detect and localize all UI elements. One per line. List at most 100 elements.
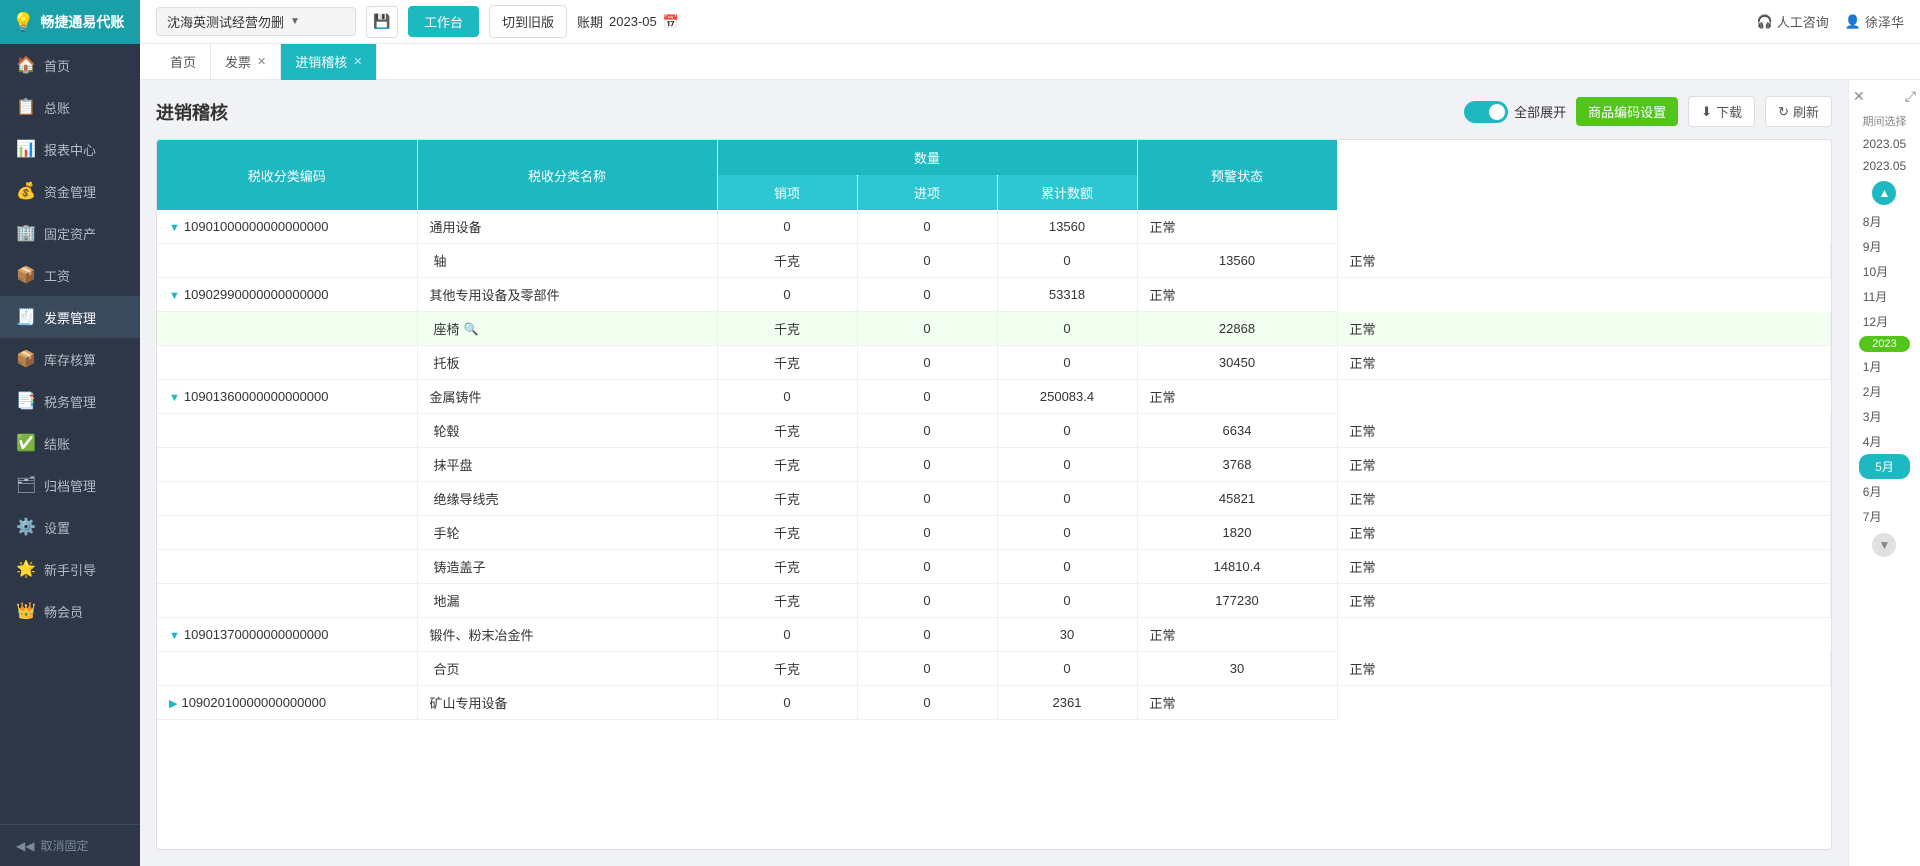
product-code-button[interactable]: 商品编码设置	[1576, 97, 1678, 126]
expand-icon[interactable]: ▼	[169, 392, 180, 404]
period-month-4月[interactable]: 4月	[1855, 429, 1914, 454]
cell-child-name: 座椅 🔍	[417, 312, 717, 346]
expand-icon[interactable]: ▼	[169, 222, 180, 234]
cell-purchase: 0	[857, 278, 997, 312]
cell-name: 通用设备	[417, 210, 717, 244]
tab-label-invoice: 发票	[225, 52, 251, 71]
download-label: 下载	[1716, 102, 1742, 121]
sidebar-item-tax[interactable]: 📑 税务管理	[0, 380, 140, 422]
sidebar-item-archive[interactable]: 🗂 归档管理	[0, 464, 140, 506]
nav-label-settle: 结账	[44, 434, 70, 453]
period-row-top-0[interactable]: 2023.05	[1855, 133, 1914, 155]
cell-total: 2361	[997, 686, 1137, 720]
cell-child-total: 14810.4	[1137, 550, 1337, 584]
period-month-7月[interactable]: 7月	[1855, 504, 1914, 529]
period-month-5月[interactable]: 5月	[1859, 454, 1910, 479]
tab-label-reconcile: 进销稽核	[295, 52, 347, 71]
cell-child-sales: 0	[857, 652, 997, 686]
cell-child-status: 正常	[1337, 516, 1831, 550]
sidebar-item-ledger[interactable]: 📋 总账	[0, 86, 140, 128]
period-list: 2023.052023.05 ▲ 8月9月10月11月12月 2023 1月2月3月4月…	[1855, 133, 1914, 561]
period-month-9月[interactable]: 9月	[1855, 234, 1914, 259]
tab-close-reconcile[interactable]: ✕	[353, 55, 362, 68]
search-icon[interactable]: 🔍	[464, 322, 479, 336]
table-row: 绝缘导线壳 千克 0 0 45821 正常	[157, 482, 1831, 516]
nav-label-tax: 税务管理	[44, 392, 96, 411]
period-up-arrow[interactable]: ▲	[1872, 181, 1896, 205]
col-warning: 预警状态	[1137, 140, 1337, 210]
user-icon: 👤	[1845, 14, 1861, 30]
period-year-badge[interactable]: 2023	[1859, 336, 1910, 352]
calendar-icon[interactable]: 📅	[663, 14, 679, 30]
cell-child-unit: 千克	[717, 584, 857, 618]
save-button[interactable]: 💾	[366, 6, 398, 38]
sidebar-item-capital[interactable]: 💰 资金管理	[0, 170, 140, 212]
period-month-8月[interactable]: 8月	[1855, 209, 1914, 234]
page-header: 进销稽核 全部展开 商品编码设置 ⬇ 下载 ↻ 刷新	[156, 96, 1832, 127]
sidebar-item-settings[interactable]: ⚙️ 设置	[0, 506, 140, 548]
nav-label-invoice: 发票管理	[44, 308, 96, 327]
expand-icon[interactable]: ▶	[169, 698, 177, 710]
nav-label-guide: 新手引导	[44, 560, 96, 579]
period-month-2月[interactable]: 2月	[1855, 379, 1914, 404]
period-down-arrow[interactable]: ▼	[1872, 533, 1896, 557]
period-month-10月[interactable]: 10月	[1855, 259, 1914, 284]
period-row-top-1[interactable]: 2023.05	[1855, 155, 1914, 177]
tab-home[interactable]: 首页	[156, 44, 211, 80]
sidebar-item-settle[interactable]: ✅ 结账	[0, 422, 140, 464]
panel-expand-button[interactable]: ⤢	[1905, 88, 1916, 105]
cell-child-unit: 千克	[717, 516, 857, 550]
sidebar-item-reports[interactable]: 📊 报表中心	[0, 128, 140, 170]
cell-child-sales: 0	[857, 516, 997, 550]
cell-status: 正常	[1137, 686, 1337, 720]
cell-status: 正常	[1137, 210, 1337, 244]
cell-sales: 0	[717, 278, 857, 312]
sidebar-item-guide[interactable]: 🌟 新手引导	[0, 548, 140, 590]
sidebar-item-invoice[interactable]: 🧾 发票管理	[0, 296, 140, 338]
table-row: 托板 千克 0 0 30450 正常	[157, 346, 1831, 380]
period-month-1月[interactable]: 1月	[1855, 354, 1914, 379]
expand-icon[interactable]: ▼	[169, 630, 180, 642]
cell-empty-code	[157, 244, 417, 278]
download-button[interactable]: ⬇ 下载	[1688, 96, 1755, 127]
oldver-button[interactable]: 切到旧版	[489, 5, 567, 38]
refresh-icon: ↻	[1778, 104, 1789, 120]
table-row: 手轮 千克 0 0 1820 正常	[157, 516, 1831, 550]
workbench-button[interactable]: 工作台	[408, 6, 479, 37]
refresh-button[interactable]: ↻ 刷新	[1765, 96, 1832, 127]
sidebar-item-inventory[interactable]: 📦 库存核算	[0, 338, 140, 380]
cell-empty-code	[157, 516, 417, 550]
cell-child-unit: 千克	[717, 448, 857, 482]
tab-invoice[interactable]: 发票 ✕	[211, 44, 281, 80]
panel-collapse-button[interactable]: ✕	[1853, 88, 1865, 105]
sidebar-item-payroll[interactable]: 📦 工资	[0, 254, 140, 296]
toggle-all-container: 全部展开	[1464, 101, 1566, 123]
period-month-3月[interactable]: 3月	[1855, 404, 1914, 429]
cell-child-sales: 0	[857, 244, 997, 278]
expand-icon[interactable]: ▼	[169, 290, 180, 302]
tabs-bar: 首页发票 ✕ 进销稽核 ✕	[140, 44, 1920, 80]
data-table: 税收分类编码 税收分类名称 数量 预警状态 销项 进项 累计数额	[157, 140, 1831, 720]
customer-service[interactable]: 🎧 人工咨询	[1757, 12, 1829, 31]
company-selector[interactable]: 沈海英测试经营勿删 ▼	[156, 7, 356, 36]
table-row: 座椅 🔍 千克 0 0 22868 正常	[157, 312, 1831, 346]
sidebar-item-home[interactable]: 🏠 首页	[0, 44, 140, 86]
cell-status: 正常	[1137, 278, 1337, 312]
period-month-11月[interactable]: 11月	[1855, 284, 1914, 309]
period-month-6月[interactable]: 6月	[1855, 479, 1914, 504]
expand-all-toggle[interactable]	[1464, 101, 1508, 123]
table-wrapper: 税收分类编码 税收分类名称 数量 预警状态 销项 进项 累计数额	[156, 139, 1832, 850]
period-label: 账期	[577, 12, 603, 31]
sidebar-item-member[interactable]: 👑 畅会员	[0, 590, 140, 632]
period-month-12月[interactable]: 12月	[1855, 309, 1914, 334]
nav-icon-member: 👑	[16, 601, 36, 621]
user-profile[interactable]: 👤 徐泽华	[1845, 12, 1904, 31]
sidebar-bottom-pin[interactable]: ◀◀ 取消固定	[0, 824, 140, 866]
table-row: 轴 千克 0 0 13560 正常	[157, 244, 1831, 278]
table-row: 铸造盖子 千克 0 0 14810.4 正常	[157, 550, 1831, 584]
sidebar-item-assets[interactable]: 🏢 固定资产	[0, 212, 140, 254]
cell-child-name: 地漏	[417, 584, 717, 618]
cell-code: ▼10902990000000000000	[157, 278, 417, 312]
tab-close-invoice[interactable]: ✕	[257, 55, 266, 68]
tab-reconcile[interactable]: 进销稽核 ✕	[281, 44, 377, 80]
